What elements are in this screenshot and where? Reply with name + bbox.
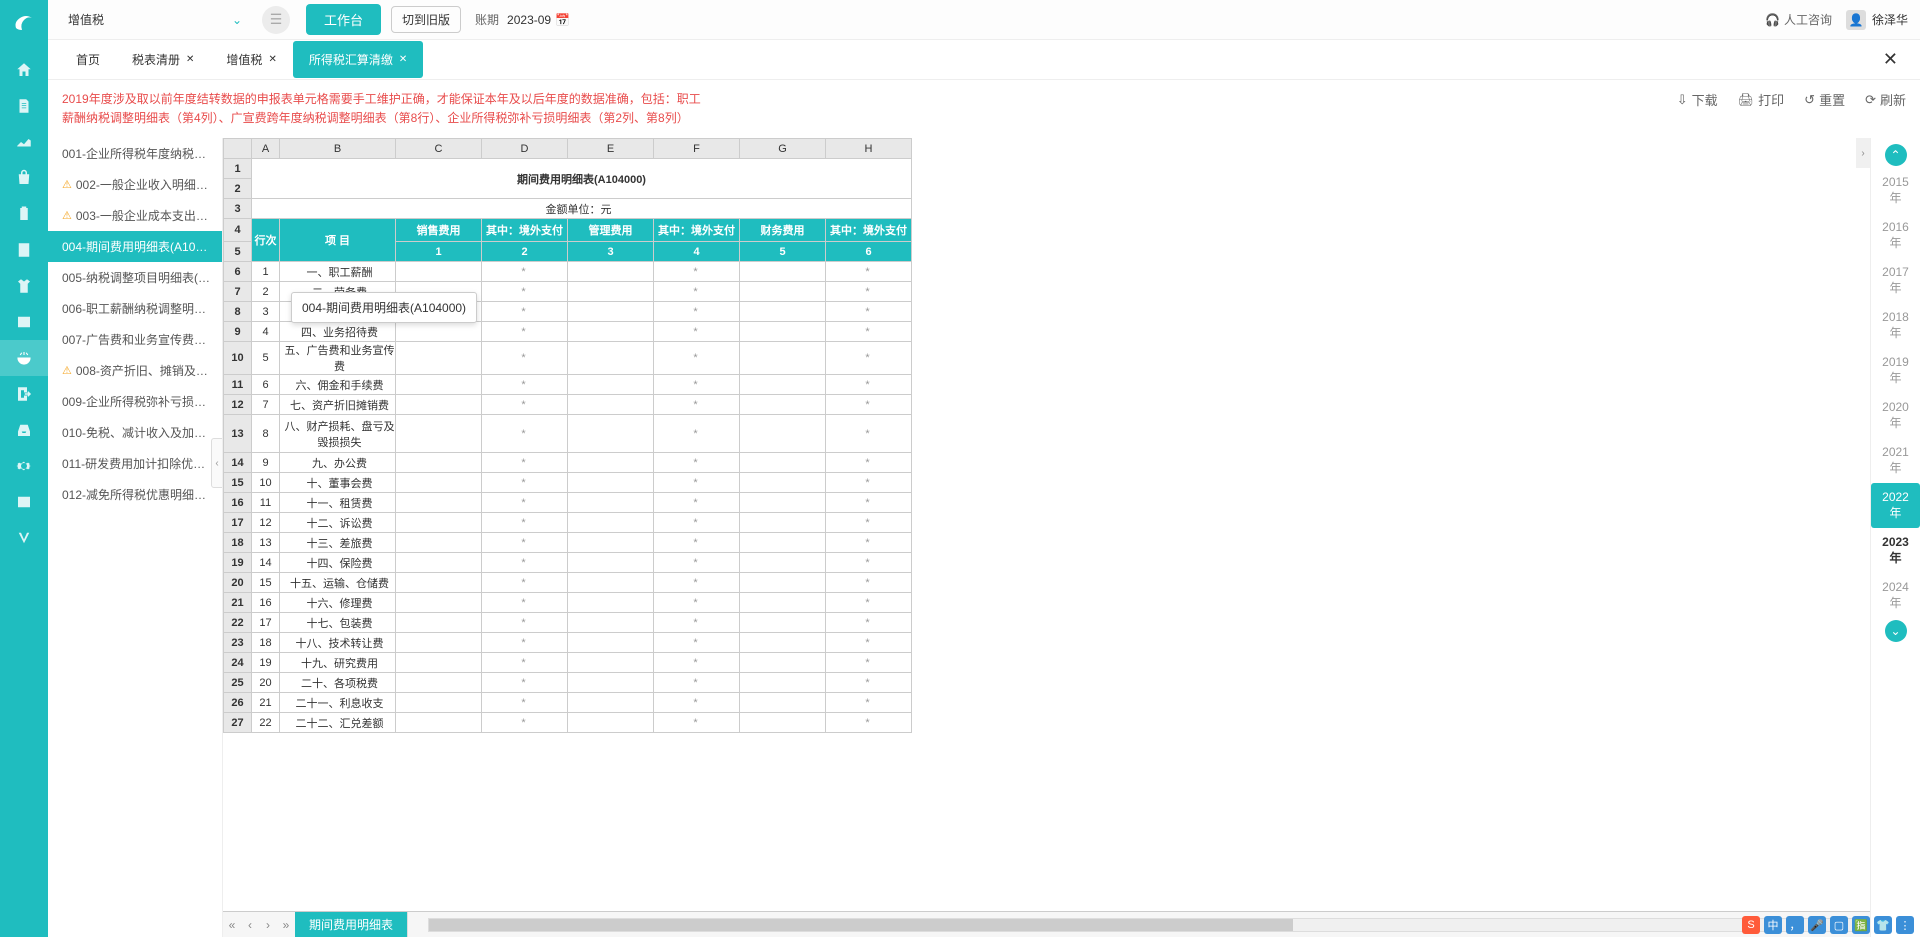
- tab-增值税[interactable]: 增值税✕: [210, 41, 292, 78]
- close-icon[interactable]: ✕: [268, 54, 276, 65]
- collapse-sidebar-handle[interactable]: ‹: [211, 438, 223, 488]
- ime-toolbar: S 中，🎤▢🈯👕⋮: [1742, 916, 1914, 934]
- ime-item[interactable]: 中: [1764, 916, 1782, 934]
- warning-icon: ⚠: [62, 178, 72, 191]
- spreadsheet-grid[interactable]: ABCDEFGH1期间费用明细表(A104000)23金额单位：元4行次项 目销…: [223, 138, 1870, 911]
- ime-item[interactable]: ，: [1786, 916, 1804, 934]
- form-list-item[interactable]: 009-企业所得税弥补亏损明...: [48, 386, 222, 417]
- list-icon-button[interactable]: ☰: [262, 6, 290, 34]
- app-logo: [10, 8, 38, 36]
- year-item[interactable]: 2024年: [1871, 573, 1920, 618]
- tab-所得税汇算清缴[interactable]: 所得税汇算清缴✕: [293, 41, 423, 78]
- nav-inbox-icon[interactable]: [0, 412, 48, 448]
- close-all-button[interactable]: ✕: [1873, 45, 1908, 74]
- year-item[interactable]: 2017年: [1871, 258, 1920, 303]
- refresh-button[interactable]: ⟳ 刷新: [1865, 90, 1906, 109]
- nav-doc-icon[interactable]: [0, 88, 48, 124]
- year-item[interactable]: 2021年: [1871, 438, 1920, 483]
- ime-item[interactable]: ⋮: [1896, 916, 1914, 934]
- topbar: 增值税 ⌄ ☰ 工作台 切到旧版 账期 2023-09 📅 🎧 人工咨询 👤徐泽…: [48, 0, 1920, 40]
- year-item[interactable]: 2016年: [1871, 213, 1920, 258]
- sheet-nav-next[interactable]: ›: [259, 918, 277, 932]
- ime-item[interactable]: 🎤: [1808, 916, 1826, 934]
- tab-首页[interactable]: 首页: [60, 41, 116, 78]
- form-list-sidebar: 001-企业所得税年度纳税申...⚠002-一般企业收入明细表(A1...⚠00…: [48, 138, 223, 937]
- support-link[interactable]: 🎧 人工咨询: [1765, 11, 1832, 28]
- nav-clipboard-icon[interactable]: [0, 196, 48, 232]
- nav-chart-icon[interactable]: [0, 124, 48, 160]
- user-menu[interactable]: 👤徐泽华: [1846, 10, 1908, 30]
- reset-button[interactable]: ↺ 重置: [1804, 90, 1845, 109]
- form-list-item[interactable]: 012-减免所得税优惠明细表(...: [48, 479, 222, 510]
- year-rail: ⌃ 2015年2016年2017年2018年2019年2020年2021年202…: [1870, 138, 1920, 937]
- avatar: 👤: [1846, 10, 1866, 30]
- form-list-item[interactable]: ⚠008-资产折旧、摊销及纳税...: [48, 355, 222, 386]
- form-name-tooltip: 004-期间费用明细表(A104000): [291, 292, 477, 323]
- year-item[interactable]: 2022年: [1871, 483, 1920, 528]
- nav-bag-icon[interactable]: [0, 160, 48, 196]
- form-list-item[interactable]: 007-广告费和业务宣传费跨...: [48, 324, 222, 355]
- calendar-icon[interactable]: 📅: [555, 13, 570, 27]
- ime-item[interactable]: 🈯: [1852, 916, 1870, 934]
- tabs-row: 首页税表清册✕增值税✕所得税汇算清缴✕ ✕: [48, 40, 1920, 80]
- print-button[interactable]: 🖨 打印: [1738, 90, 1785, 109]
- nav-shirt-icon[interactable]: [0, 268, 48, 304]
- form-list-item[interactable]: 010-免税、减计收入及加计...: [48, 417, 222, 448]
- expand-right-handle[interactable]: ›: [1856, 138, 1870, 168]
- period-picker[interactable]: 2023-09: [507, 13, 551, 27]
- download-button[interactable]: ⇩ 下载: [1677, 90, 1718, 109]
- nav-video-icon[interactable]: [0, 484, 48, 520]
- close-icon[interactable]: ✕: [186, 54, 194, 65]
- year-item[interactable]: 2023年: [1871, 528, 1920, 573]
- tab-税表清册[interactable]: 税表清册✕: [116, 41, 210, 78]
- year-scroll-down[interactable]: ⌄: [1885, 620, 1907, 642]
- ime-main-icon[interactable]: S: [1742, 916, 1760, 934]
- form-list-item[interactable]: 001-企业所得税年度纳税申...: [48, 138, 222, 169]
- chevron-down-icon: ⌄: [232, 13, 242, 27]
- warning-icon: ⚠: [62, 364, 72, 377]
- module-dropdown[interactable]: 增值税 ⌄: [60, 7, 250, 32]
- sheet-nav-first[interactable]: «: [223, 918, 241, 932]
- warning-icon: ⚠: [62, 209, 72, 222]
- nav-calc-icon[interactable]: [0, 232, 48, 268]
- nav-export-icon[interactable]: [0, 376, 48, 412]
- sheet-nav-prev[interactable]: ‹: [241, 918, 259, 932]
- form-list-item[interactable]: 004-期间费用明细表(A1040...: [48, 231, 222, 262]
- year-scroll-up[interactable]: ⌃: [1885, 144, 1907, 166]
- nav-v-icon[interactable]: [0, 520, 48, 556]
- sheet-nav-last[interactable]: »: [277, 918, 295, 932]
- year-item[interactable]: 2019年: [1871, 348, 1920, 393]
- form-list-item[interactable]: 011-研发费用加计扣除优惠...: [48, 448, 222, 479]
- form-list-item[interactable]: 005-纳税调整项目明细表(A1...: [48, 262, 222, 293]
- ime-item[interactable]: ▢: [1830, 916, 1848, 934]
- year-item[interactable]: 2015年: [1871, 168, 1920, 213]
- sheet-tab[interactable]: 期间费用明细表: [295, 912, 408, 937]
- warning-text: 2019年度涉及取以前年度结转数据的申报表单元格需要手工维护正确，才能保证本年及…: [62, 90, 712, 128]
- year-item[interactable]: 2018年: [1871, 303, 1920, 348]
- workspace-button[interactable]: 工作台: [306, 4, 381, 35]
- form-list-item[interactable]: 006-职工薪酬纳税调整明细...: [48, 293, 222, 324]
- switch-old-button[interactable]: 切到旧版: [391, 6, 461, 33]
- left-nav: [0, 0, 48, 937]
- nav-bowl-icon[interactable]: [0, 340, 48, 376]
- form-list-item[interactable]: ⚠003-一般企业成本支出明细...: [48, 200, 222, 231]
- nav-home-icon[interactable]: [0, 52, 48, 88]
- nav-safe-icon[interactable]: [0, 304, 48, 340]
- ime-item[interactable]: 👕: [1874, 916, 1892, 934]
- year-item[interactable]: 2020年: [1871, 393, 1920, 438]
- close-icon[interactable]: ✕: [399, 54, 407, 65]
- horizontal-scrollbar[interactable]: [428, 918, 1870, 932]
- form-list-item[interactable]: ⚠002-一般企业收入明细表(A1...: [48, 169, 222, 200]
- nav-gear-icon[interactable]: [0, 448, 48, 484]
- period-label: 账期: [475, 11, 499, 28]
